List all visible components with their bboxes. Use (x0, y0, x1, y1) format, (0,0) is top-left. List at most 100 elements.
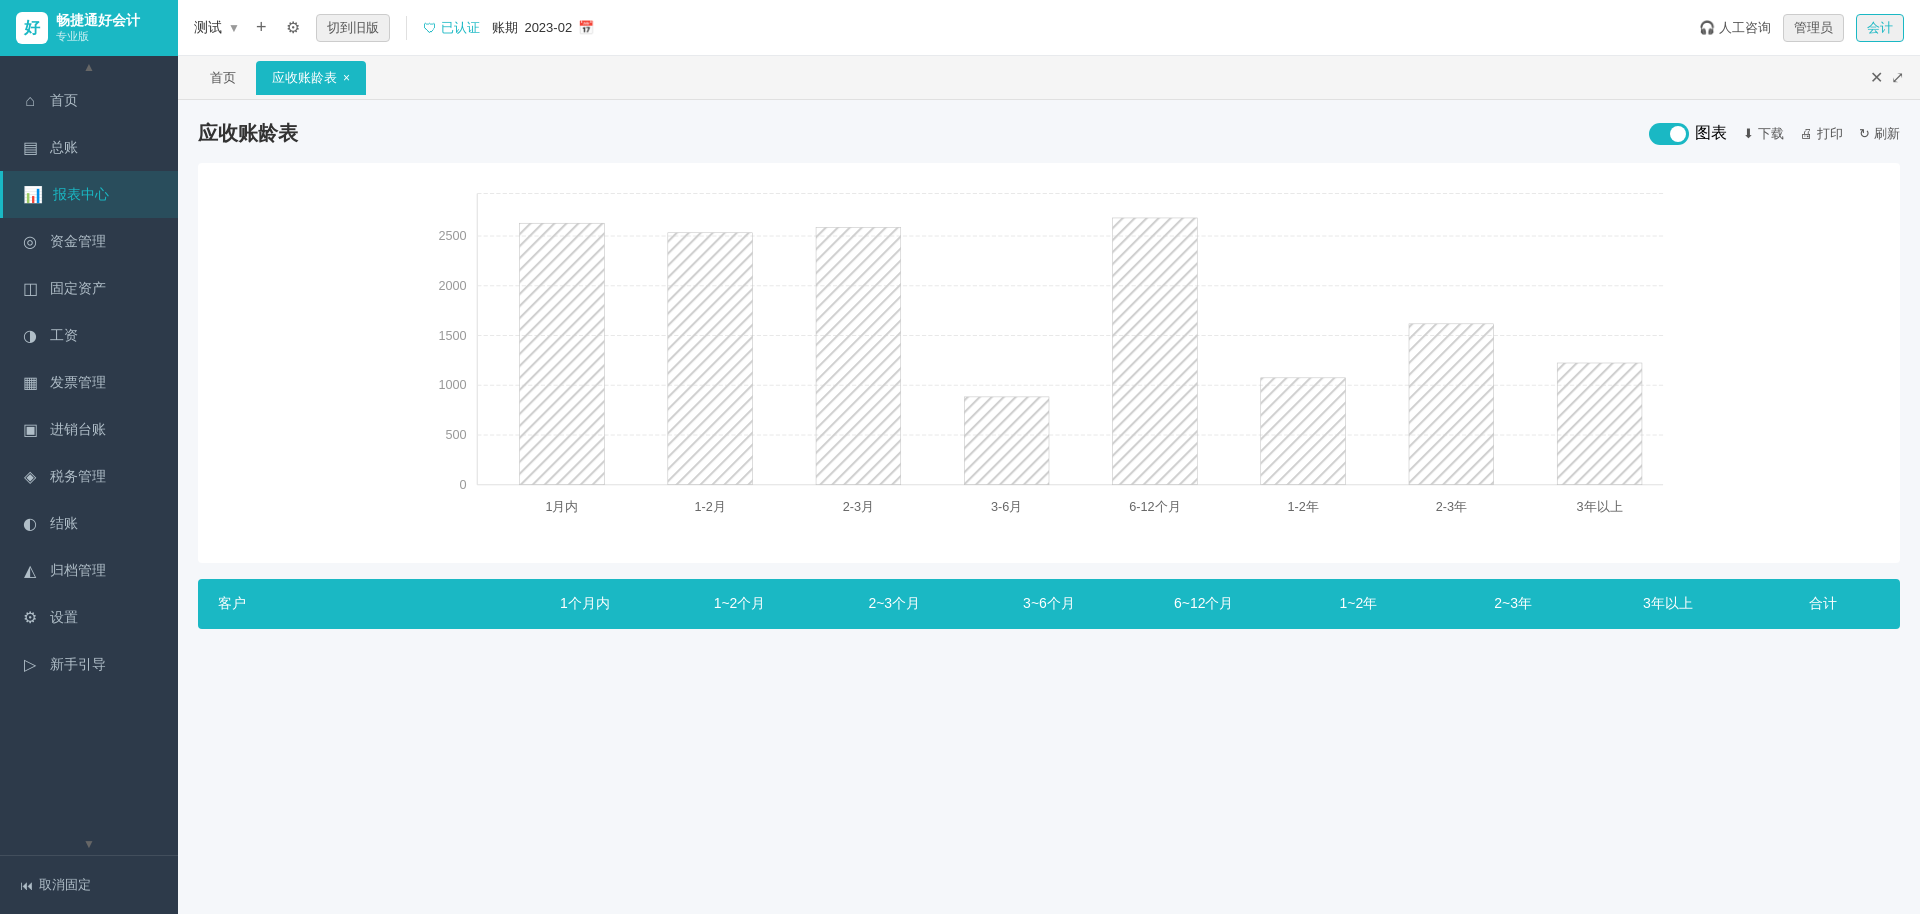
tax-icon: ◈ (20, 467, 40, 486)
ledger-icon: ▤ (20, 138, 40, 157)
refresh-button[interactable]: ↻ 刷新 (1859, 125, 1900, 143)
bar-6-12月 (1113, 218, 1198, 485)
sidebar-item-ledger[interactable]: ▤ 总账 (0, 124, 178, 171)
headset-icon: 🎧 (1699, 20, 1715, 35)
bar-1-2月 (668, 233, 753, 485)
settings-icon: ⚙ (20, 608, 40, 627)
refresh-icon: ↻ (1859, 126, 1870, 141)
col-header-3-6m: 3~6个月 (972, 579, 1127, 629)
tab-home-label: 首页 (210, 69, 236, 87)
cancel-fixed-button[interactable]: ⏮ 取消固定 (0, 866, 178, 904)
svg-text:1-2月: 1-2月 (695, 500, 726, 514)
topbar-divider-1 (406, 16, 407, 40)
scroll-down-indicator[interactable]: ▼ (0, 833, 178, 855)
sidebar-item-invoice[interactable]: ▦ 发票管理 (0, 359, 178, 406)
print-button[interactable]: 🖨 打印 (1800, 125, 1843, 143)
assets-icon: ◫ (20, 279, 40, 298)
sidebar-item-salary[interactable]: ◑ 工资 (0, 312, 178, 359)
download-icon: ⬇ (1743, 126, 1754, 141)
app-name: 畅捷通好会计 (56, 12, 140, 29)
chart-toggle-group: 图表 (1649, 123, 1727, 145)
logo-text-block: 畅捷通好会计 专业版 (56, 12, 140, 44)
certified-label: 已认证 (441, 19, 480, 37)
sidebar-item-archive[interactable]: ◭ 归档管理 (0, 547, 178, 594)
col-header-total: 合计 (1745, 579, 1900, 629)
report-icon: 📊 (23, 185, 43, 204)
bar-chart-svg: 0 500 1000 1500 2000 2500 1月内 (218, 183, 1880, 543)
sidebar-item-purchase[interactable]: ▣ 进销台账 (0, 406, 178, 453)
tab-home[interactable]: 首页 (194, 61, 252, 95)
chart-toggle[interactable] (1649, 123, 1689, 145)
certified-icon: 🛡 (423, 20, 437, 36)
table-container: 客户 1个月内 1~2个月 2~3个月 3~6个月 6~12个月 1~2年 2~… (198, 579, 1900, 629)
consult-label: 人工咨询 (1719, 19, 1771, 37)
bar-3年以上 (1557, 363, 1642, 485)
sidebar-item-label: 新手引导 (50, 656, 106, 674)
bar-2-3年 (1409, 324, 1494, 485)
tab-aging[interactable]: 应收账龄表 × (256, 61, 366, 95)
col-header-1-2y: 1~2年 (1281, 579, 1436, 629)
add-project-button[interactable]: + (252, 13, 271, 42)
home-icon: ⌂ (20, 92, 40, 110)
cancel-fixed-icon: ⏮ (20, 878, 33, 893)
download-button[interactable]: ⬇ 下载 (1743, 125, 1784, 143)
guide-icon: ▷ (20, 655, 40, 674)
sidebar-logo: 好 畅捷通好会计 专业版 (0, 0, 178, 56)
svg-text:2-3月: 2-3月 (843, 500, 874, 514)
sidebar-item-checkout[interactable]: ◐ 结账 (0, 500, 178, 547)
sidebar-item-guide[interactable]: ▷ 新手引导 (0, 641, 178, 688)
sidebar-item-label: 归档管理 (50, 562, 106, 580)
sidebar-item-settings[interactable]: ⚙ 设置 (0, 594, 178, 641)
print-label: 打印 (1817, 125, 1843, 143)
close-panel-icon[interactable]: ✕ (1870, 68, 1883, 87)
role-button[interactable]: 会计 (1856, 14, 1904, 42)
sidebar-bottom: ⏮ 取消固定 (0, 855, 178, 914)
sidebar-item-report[interactable]: 📊 报表中心 (0, 171, 178, 218)
topbar: 测试 ▼ + ⚙ 切到旧版 🛡 已认证 账期 2023-02 📅 🎧 人工咨询 … (178, 0, 1920, 56)
period-value: 2023-02 (524, 20, 572, 35)
col-header-6-12m: 6~12个月 (1126, 579, 1281, 629)
col-header-2-3m: 2~3个月 (817, 579, 972, 629)
consult-button[interactable]: 🎧 人工咨询 (1699, 19, 1771, 37)
sidebar-item-fund[interactable]: ◎ 资金管理 (0, 218, 178, 265)
content-area: 应收账龄表 图表 ⬇ 下载 🖨 打印 ↻ 刷新 (178, 100, 1920, 914)
bar-1月内 (520, 223, 605, 485)
fullscreen-icon[interactable]: ⤢ (1891, 68, 1904, 87)
switch-old-version-button[interactable]: 切到旧版 (316, 14, 390, 42)
chart-toggle-label: 图表 (1695, 123, 1727, 144)
refresh-label: 刷新 (1874, 125, 1900, 143)
calendar-icon: 📅 (578, 20, 594, 35)
project-selector[interactable]: 测试 ▼ (194, 19, 240, 37)
bar-3-6月 (964, 397, 1049, 485)
svg-text:2000: 2000 (438, 279, 466, 293)
svg-text:6-12个月: 6-12个月 (1129, 500, 1180, 514)
page-actions: 图表 ⬇ 下载 🖨 打印 ↻ 刷新 (1649, 123, 1900, 145)
archive-icon: ◭ (20, 561, 40, 580)
scroll-up-indicator[interactable]: ▲ (0, 56, 178, 78)
fund-icon: ◎ (20, 232, 40, 251)
svg-text:1500: 1500 (438, 329, 466, 343)
sidebar-item-home[interactable]: ⌂ 首页 (0, 78, 178, 124)
sidebar-item-label: 工资 (50, 327, 78, 345)
svg-text:1000: 1000 (438, 378, 466, 392)
period-selector[interactable]: 账期 2023-02 📅 (492, 19, 594, 37)
page-title: 应收账龄表 (198, 120, 298, 147)
checkout-icon: ◐ (20, 514, 40, 533)
settings-gear-icon[interactable]: ⚙ (282, 14, 304, 41)
purchase-icon: ▣ (20, 420, 40, 439)
sidebar-item-tax[interactable]: ◈ 税务管理 (0, 453, 178, 500)
chart-area: 0 500 1000 1500 2000 2500 1月内 (218, 183, 1880, 543)
certified-badge: 🛡 已认证 (423, 19, 480, 37)
sidebar-item-assets[interactable]: ◫ 固定资产 (0, 265, 178, 312)
tab-close-icon[interactable]: × (343, 71, 350, 85)
sidebar-item-label: 总账 (50, 139, 78, 157)
sidebar-item-label: 结账 (50, 515, 78, 533)
project-chevron-icon: ▼ (228, 21, 240, 35)
bar-1-2年 (1261, 378, 1346, 485)
col-header-1-2m: 1~2个月 (662, 579, 817, 629)
table-header: 客户 1个月内 1~2个月 2~3个月 3~6个月 6~12个月 1~2年 2~… (198, 579, 1900, 629)
sidebar-item-label: 发票管理 (50, 374, 106, 392)
sidebar-item-label: 设置 (50, 609, 78, 627)
sidebar-item-label: 资金管理 (50, 233, 106, 251)
user-button[interactable]: 管理员 (1783, 14, 1844, 42)
